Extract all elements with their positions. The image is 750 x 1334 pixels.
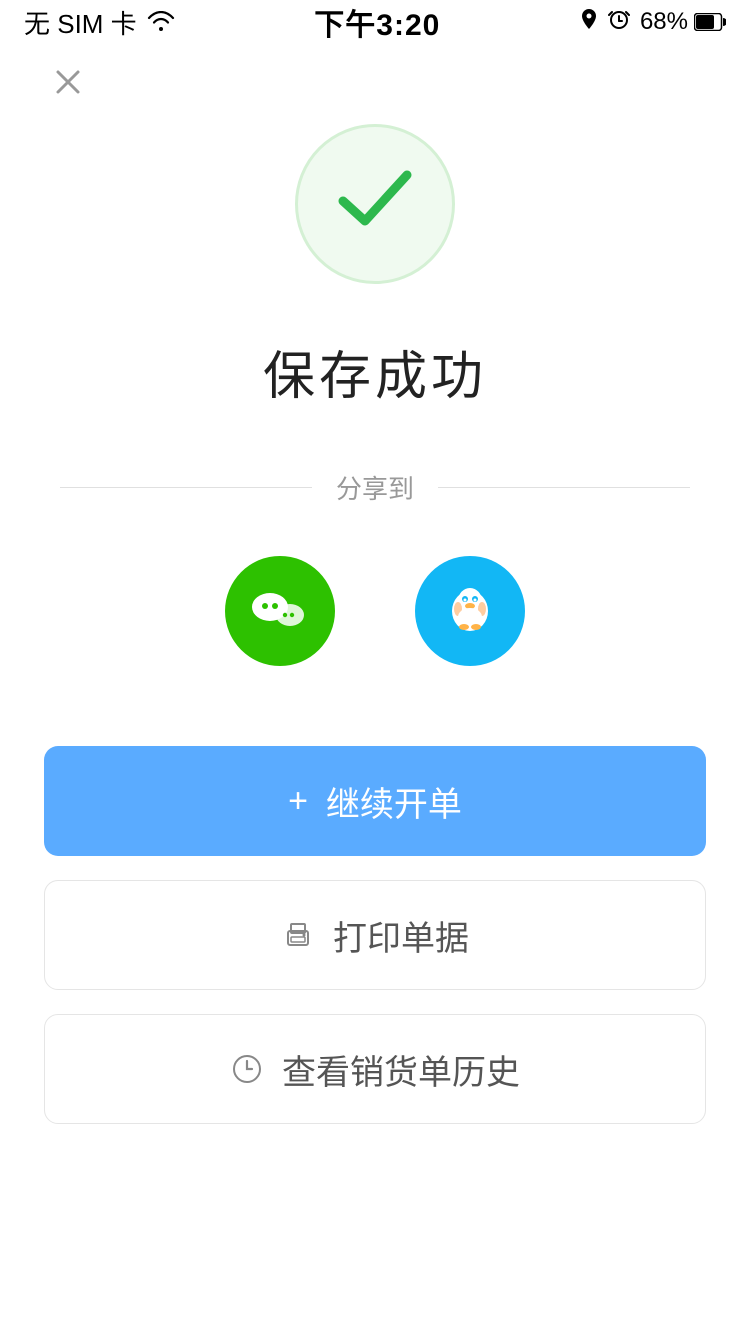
continue-order-label: 继续开单 [326,777,462,826]
action-buttons: + 继续开单 打印单据 查看销货单历史 [0,746,750,1124]
view-history-label: 查看销货单历史 [282,1045,520,1094]
checkmark-icon [335,163,415,246]
print-receipt-button[interactable]: 打印单据 [44,880,706,990]
share-label: 分享到 [312,469,438,506]
share-divider: 分享到 [0,469,750,506]
print-receipt-label: 打印单据 [333,911,469,960]
share-icons-row [225,556,525,666]
success-icon-circle [295,124,455,284]
status-right: 68% [580,8,726,37]
success-title: 保存成功 [263,334,487,409]
location-icon [580,8,598,37]
wechat-share-button[interactable] [225,556,335,666]
plus-icon: + [288,782,308,821]
status-time: 下午3:20 [314,0,440,44]
status-left: 无 SIM 卡 [24,4,175,41]
close-button[interactable] [44,58,92,106]
status-bar: 无 SIM 卡 下午3:20 68% [0,0,750,44]
history-icon [230,1052,264,1086]
divider-line-left [60,487,312,488]
qq-share-button[interactable] [415,556,525,666]
main-content: 保存成功 分享到 [0,44,750,1334]
battery-status: 68% [640,8,726,36]
alarm-icon [608,8,630,37]
print-icon [281,918,315,952]
view-history-button[interactable]: 查看销货单历史 [44,1014,706,1124]
divider-line-right [438,487,690,488]
battery-label: 68% [640,8,688,36]
wifi-icon [147,7,175,38]
continue-order-button[interactable]: + 继续开单 [44,746,706,856]
carrier-label: 无 SIM 卡 [24,4,137,41]
